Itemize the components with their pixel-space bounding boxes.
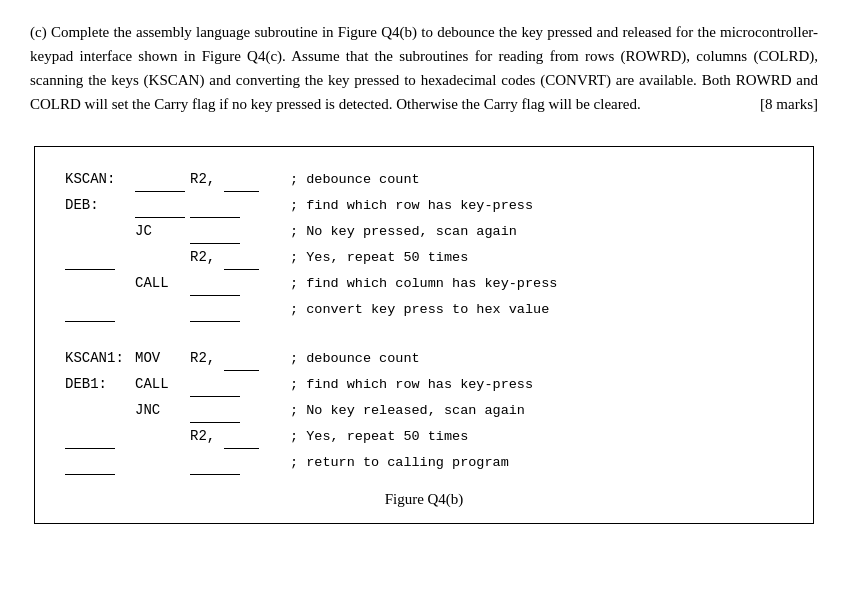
label-deb: DEB: [65, 193, 135, 219]
mnem-call-2: CALL [135, 372, 190, 398]
mnem-call: CALL [135, 271, 190, 297]
section-gap [65, 328, 783, 346]
question-container: (c) Complete the assembly language subro… [30, 20, 818, 524]
code-line-6: ; convert key press to hex value [65, 297, 783, 323]
code-line-4: R2, ; Yes, repeat 50 times [65, 245, 783, 271]
code-line-10: R2, ; Yes, repeat 50 times [65, 424, 783, 450]
marks-label: [8 marks] [760, 92, 818, 116]
operand-6 [190, 297, 290, 323]
code-line-1: KSCAN: R2, ; debounce count [65, 167, 783, 193]
mnem-mov: MOV [135, 346, 190, 372]
comment-3: ; No key pressed, scan again [290, 220, 517, 245]
label-kscan: KSCAN: [65, 167, 135, 193]
operand-3 [190, 219, 290, 245]
label-kscan1: KSCAN1: [65, 346, 135, 372]
code-line-9: JNC ; No key released, scan again [65, 398, 783, 424]
code-line-8: DEB1: CALL ; find which row has key-pres… [65, 372, 783, 398]
operand-7: R2, [190, 346, 290, 372]
code-section-1: KSCAN: R2, ; debounce count DEB: ; find … [65, 167, 783, 323]
comment-1: ; debounce count [290, 168, 420, 193]
comment-10: ; Yes, repeat 50 times [290, 425, 468, 450]
code-line-11: ; return to calling program [65, 450, 783, 476]
comment-4: ; Yes, repeat 50 times [290, 246, 468, 271]
question-label: (c) [30, 24, 47, 40]
code-line-7: KSCAN1: MOV R2, ; debounce count [65, 346, 783, 372]
code-line-2: DEB: ; find which row has key-press [65, 193, 783, 219]
code-line-5: CALL ; find which column has key-press [65, 271, 783, 297]
comment-6: ; convert key press to hex value [290, 298, 549, 323]
comment-7: ; debounce count [290, 347, 420, 372]
operand-9 [190, 398, 290, 424]
operand-4: R2, [190, 245, 290, 271]
operand-5 [190, 271, 290, 297]
label-blank-6 [65, 297, 135, 323]
comment-9: ; No key released, scan again [290, 399, 525, 424]
label-deb1: DEB1: [65, 372, 135, 398]
question-body: Complete the assembly language subroutin… [30, 24, 818, 112]
label-blank-11 [65, 450, 135, 476]
mnem-blank-1 [135, 167, 190, 193]
code-section-2: KSCAN1: MOV R2, ; debounce count DEB1: C… [65, 346, 783, 476]
figure-caption: Figure Q4(b) [65, 491, 783, 508]
mnem-jnc: JNC [135, 398, 190, 424]
label-blank-4 [65, 245, 135, 271]
comment-11: ; return to calling program [290, 451, 509, 476]
question-text: (c) Complete the assembly language subro… [30, 20, 818, 116]
operand-2 [190, 193, 290, 219]
mnem-jc: JC [135, 219, 190, 245]
operand-1: R2, [190, 167, 290, 193]
code-line-3: JC ; No key pressed, scan again [65, 219, 783, 245]
figure-box: KSCAN: R2, ; debounce count DEB: ; find … [34, 146, 814, 524]
mnem-blank-2 [135, 193, 190, 219]
operand-8 [190, 372, 290, 398]
operand-10: R2, [190, 424, 290, 450]
operand-11 [190, 450, 290, 476]
comment-2: ; find which row has key-press [290, 194, 533, 219]
comment-8: ; find which row has key-press [290, 373, 533, 398]
label-blank-10 [65, 424, 135, 450]
comment-5: ; find which column has key-press [290, 272, 557, 297]
